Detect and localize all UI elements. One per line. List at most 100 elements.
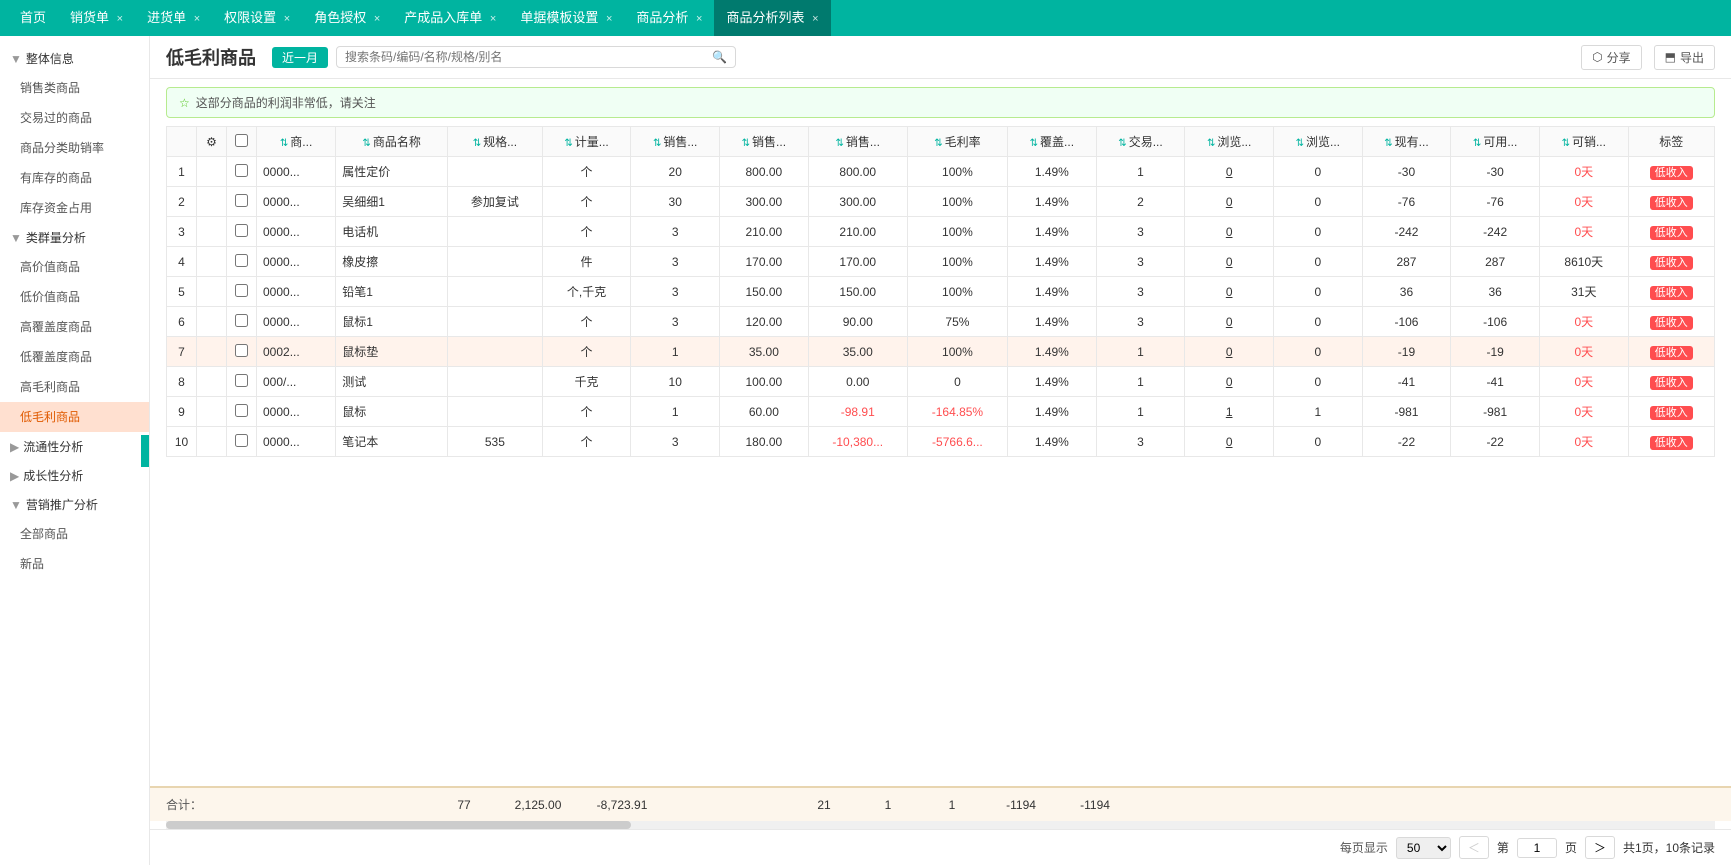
row-select-checkbox[interactable]: [235, 254, 248, 267]
row-current-stock: 36: [1362, 277, 1451, 307]
row-sellable: 0天: [1539, 157, 1628, 187]
filter-recent-month-button[interactable]: 近一月: [272, 47, 328, 68]
row-select-checkbox[interactable]: [235, 344, 248, 357]
nav-template-setting[interactable]: 单据模板设置 ×: [508, 0, 624, 36]
sidebar-group-cluster[interactable]: ▼ 类群量分析: [0, 223, 149, 252]
row-select-checkbox[interactable]: [235, 194, 248, 207]
search-icon[interactable]: 🔍: [712, 50, 727, 64]
col-settings[interactable]: ⚙: [197, 127, 227, 157]
row-select-checkbox[interactable]: [235, 374, 248, 387]
row-view1[interactable]: 0: [1185, 157, 1274, 187]
close-icon[interactable]: ×: [117, 13, 123, 25]
total-info: 共1页，10条记录: [1623, 839, 1715, 856]
row-select-checkbox[interactable]: [235, 284, 248, 297]
sidebar-group-growth[interactable]: ▶ 成长性分析: [0, 461, 149, 490]
search-input[interactable]: [345, 50, 712, 64]
row-checkbox[interactable]: [227, 277, 257, 307]
col-checkbox[interactable]: [227, 127, 257, 157]
row-name: 鼠标: [336, 397, 448, 427]
row-view1[interactable]: 1: [1185, 397, 1274, 427]
nav-role-auth[interactable]: 角色授权 ×: [302, 0, 392, 36]
nav-product-analysis[interactable]: 商品分析 ×: [624, 0, 714, 36]
row-checkbox[interactable]: [227, 367, 257, 397]
row-checkbox[interactable]: [227, 427, 257, 457]
sidebar-group-marketing[interactable]: ▼ 营销推广分析: [0, 490, 149, 519]
sidebar-item-new-goods[interactable]: 新品: [0, 549, 149, 579]
scrollbar-thumb[interactable]: [166, 821, 631, 829]
horizontal-scrollbar[interactable]: [166, 821, 1715, 829]
next-page-button[interactable]: ＞: [1585, 836, 1615, 859]
row-select-checkbox[interactable]: [235, 314, 248, 327]
sidebar-item-low-value[interactable]: 低价值商品: [0, 282, 149, 312]
row-view1[interactable]: 0: [1185, 427, 1274, 457]
sidebar-item-high-value[interactable]: 高价值商品: [0, 252, 149, 282]
row-checkbox[interactable]: [227, 157, 257, 187]
sidebar-item-low-margin[interactable]: 低毛利商品: [0, 402, 149, 432]
sidebar-item-high-margin[interactable]: 高毛利商品: [0, 372, 149, 402]
row-checkbox[interactable]: [227, 307, 257, 337]
row-code: 0000...: [257, 157, 336, 187]
close-icon[interactable]: ×: [812, 13, 818, 25]
row-spec: [448, 337, 543, 367]
sidebar-item-stocked-goods[interactable]: 有库存的商品: [0, 163, 149, 193]
prev-page-button[interactable]: ＜: [1459, 836, 1489, 859]
nav-permission[interactable]: 权限设置 ×: [212, 0, 302, 36]
row-checkbox[interactable]: [227, 187, 257, 217]
row-view1[interactable]: 0: [1185, 337, 1274, 367]
row-code: 0000...: [257, 307, 336, 337]
nav-product-analysis-list[interactable]: 商品分析列表 ×: [714, 0, 830, 36]
row-sales-profit: 170.00: [808, 247, 907, 277]
row-select-checkbox[interactable]: [235, 224, 248, 237]
row-checkbox[interactable]: [227, 337, 257, 367]
sidebar-collapse-button[interactable]: 《: [141, 435, 150, 467]
row-available: 36: [1451, 277, 1540, 307]
nav-home[interactable]: 首页: [8, 0, 58, 36]
sidebar-item-category-rate[interactable]: 商品分类助销率: [0, 133, 149, 163]
nav-purchase-order[interactable]: 进货单 ×: [135, 0, 212, 36]
per-page-select[interactable]: 50 20 100: [1396, 837, 1451, 859]
sidebar-item-capital[interactable]: 库存资金占用: [0, 193, 149, 223]
sidebar-item-high-coverage[interactable]: 高覆盖度商品: [0, 312, 149, 342]
row-select-checkbox[interactable]: [235, 434, 248, 447]
row-select-checkbox[interactable]: [235, 404, 248, 417]
row-view1[interactable]: 0: [1185, 217, 1274, 247]
sidebar-item-low-coverage[interactable]: 低覆盖度商品: [0, 342, 149, 372]
select-all-checkbox[interactable]: [235, 134, 248, 147]
sidebar-group-flow[interactable]: ▶ 流通性分析: [0, 432, 149, 461]
row-view1[interactable]: 0: [1185, 307, 1274, 337]
close-icon[interactable]: ×: [490, 13, 496, 25]
row-available: -41: [1451, 367, 1540, 397]
row-unit: 千克: [542, 367, 631, 397]
row-checkbox[interactable]: [227, 247, 257, 277]
sidebar-item-sales-goods[interactable]: 销售类商品: [0, 73, 149, 103]
row-view1[interactable]: 0: [1185, 187, 1274, 217]
col-unit: ⇅计量...: [542, 127, 631, 157]
table-row: 8 000/... 测试 千克 10 100.00 0.00 0 1.49% 1…: [167, 367, 1715, 397]
row-checkbox[interactable]: [227, 217, 257, 247]
row-name: 鼠标1: [336, 307, 448, 337]
row-name: 笔记本: [336, 427, 448, 457]
row-sellable: 0天: [1539, 307, 1628, 337]
close-icon[interactable]: ×: [374, 13, 380, 25]
row-select-checkbox[interactable]: [235, 164, 248, 177]
nav-product-entry[interactable]: 产成品入库单 ×: [392, 0, 508, 36]
table-wrapper: ⚙ ⇅商... ⇅商品名称 ⇅规格... ⇅计量... ⇅销售... ⇅销售..…: [150, 126, 1731, 786]
row-checkbox[interactable]: [227, 397, 257, 427]
row-sales-qty: 20: [631, 157, 720, 187]
share-button[interactable]: ⬡ 分享: [1581, 45, 1642, 70]
close-icon[interactable]: ×: [606, 13, 612, 25]
row-view1[interactable]: 0: [1185, 367, 1274, 397]
sidebar-group-flow-label: 流通性分析: [23, 438, 83, 455]
sidebar-group-overall[interactable]: ▼ 整体信息: [0, 44, 149, 73]
export-button[interactable]: ⬒ 导出: [1654, 45, 1715, 70]
close-icon[interactable]: ×: [696, 13, 702, 25]
row-view1[interactable]: 0: [1185, 277, 1274, 307]
page-number-input[interactable]: [1517, 838, 1557, 858]
nav-sales-order[interactable]: 销货单 ×: [58, 0, 135, 36]
close-icon[interactable]: ×: [284, 13, 290, 25]
row-sales-profit: -10,380...: [808, 427, 907, 457]
row-view1[interactable]: 0: [1185, 247, 1274, 277]
sidebar-item-traded-goods[interactable]: 交易过的商品: [0, 103, 149, 133]
close-icon[interactable]: ×: [194, 13, 200, 25]
sidebar-item-all-goods[interactable]: 全部商品: [0, 519, 149, 549]
